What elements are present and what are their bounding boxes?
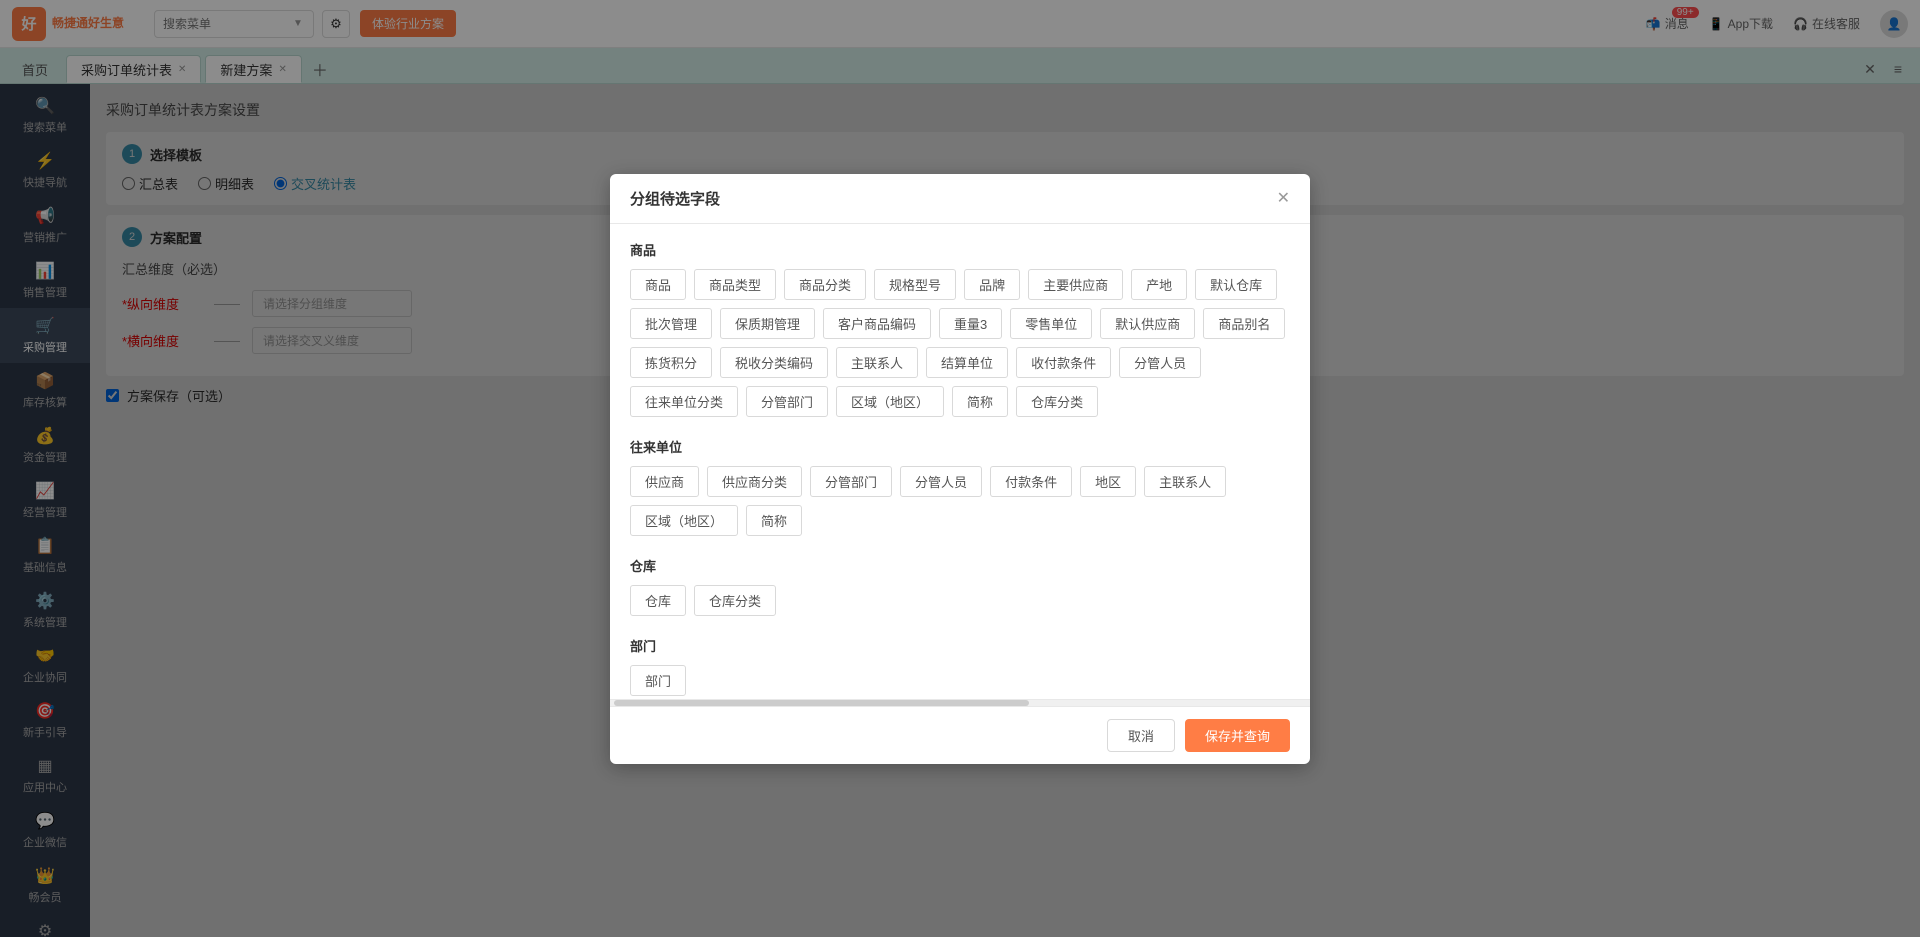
field-tag[interactable]: 品牌 [964,269,1020,300]
dialog-title: 分组待选字段 [630,188,720,209]
field-tag[interactable]: 商品别名 [1203,308,1285,339]
field-tag[interactable]: 商品 [630,269,686,300]
field-tag[interactable]: 往来单位分类 [630,386,738,417]
product-fields: 商品 商品类型 商品分类 规格型号 品牌 主要供应商 产地 默认仓库 批次管理 … [630,269,1290,417]
field-tag[interactable]: 分管人员 [1119,347,1201,378]
dialog-overlay: 分组待选字段 ✕ 商品 商品 商品类型 商品分类 规格型号 品牌 主要供应商 产… [0,0,1920,937]
section-dept-title: 部门 [630,636,1290,655]
cancel-button[interactable]: 取消 [1107,719,1175,752]
field-tag[interactable]: 仓库分类 [1016,386,1098,417]
field-tag[interactable]: 拣货积分 [630,347,712,378]
field-tag[interactable]: 分管人员 [900,466,982,497]
field-tag[interactable]: 分管部门 [810,466,892,497]
dialog-header: 分组待选字段 ✕ [610,174,1310,224]
field-tag[interactable]: 保质期管理 [720,308,815,339]
field-tag[interactable]: 重量3 [939,308,1002,339]
field-tag[interactable]: 仓库 [630,585,686,616]
field-tag[interactable]: 区域（地区） [836,386,944,417]
field-tag[interactable]: 区域（地区） [630,505,738,536]
field-tag[interactable]: 默认仓库 [1195,269,1277,300]
dialog-body[interactable]: 商品 商品 商品类型 商品分类 规格型号 品牌 主要供应商 产地 默认仓库 批次… [610,224,1310,699]
field-tag[interactable]: 地区 [1080,466,1136,497]
field-tag[interactable]: 客户商品编码 [823,308,931,339]
field-tag[interactable]: 部门 [630,665,686,696]
confirm-button[interactable]: 保存并查询 [1185,719,1290,752]
field-tag[interactable]: 简称 [952,386,1008,417]
field-tag[interactable]: 主联系人 [836,347,918,378]
partner-fields: 供应商 供应商分类 分管部门 分管人员 付款条件 地区 主联系人 区域（地区） … [630,466,1290,536]
field-tag[interactable]: 仓库分类 [694,585,776,616]
field-tag[interactable]: 付款条件 [990,466,1072,497]
field-tag[interactable]: 供应商分类 [707,466,802,497]
field-tag[interactable]: 供应商 [630,466,699,497]
section-partner-title: 往来单位 [630,437,1290,456]
section-warehouse-title: 仓库 [630,556,1290,575]
field-tag[interactable]: 商品类型 [694,269,776,300]
section-product-title: 商品 [630,240,1290,259]
section-dept: 部门 部门 [630,636,1290,696]
field-tag[interactable]: 批次管理 [630,308,712,339]
field-tag[interactable]: 分管部门 [746,386,828,417]
field-tag[interactable]: 主要供应商 [1028,269,1123,300]
field-tag[interactable]: 税收分类编码 [720,347,828,378]
field-tag[interactable]: 商品分类 [784,269,866,300]
warehouse-fields: 仓库 仓库分类 [630,585,1290,616]
field-tag[interactable]: 产地 [1131,269,1187,300]
field-tag[interactable]: 简称 [746,505,802,536]
section-product: 商品 商品 商品类型 商品分类 规格型号 品牌 主要供应商 产地 默认仓库 批次… [630,240,1290,417]
dialog: 分组待选字段 ✕ 商品 商品 商品类型 商品分类 规格型号 品牌 主要供应商 产… [610,174,1310,764]
field-tag[interactable]: 主联系人 [1144,466,1226,497]
dialog-hscroll[interactable] [610,699,1310,706]
dialog-close-btn[interactable]: ✕ [1277,188,1290,208]
field-tag[interactable]: 结算单位 [926,347,1008,378]
field-tag[interactable]: 收付款条件 [1016,347,1111,378]
field-tag[interactable]: 规格型号 [874,269,956,300]
section-partner: 往来单位 供应商 供应商分类 分管部门 分管人员 付款条件 地区 主联系人 区域… [630,437,1290,536]
dialog-footer: 取消 保存并查询 [610,706,1310,764]
field-tag[interactable]: 默认供应商 [1100,308,1195,339]
section-warehouse: 仓库 仓库 仓库分类 [630,556,1290,616]
dept-fields: 部门 [630,665,1290,696]
field-tag[interactable]: 零售单位 [1010,308,1092,339]
